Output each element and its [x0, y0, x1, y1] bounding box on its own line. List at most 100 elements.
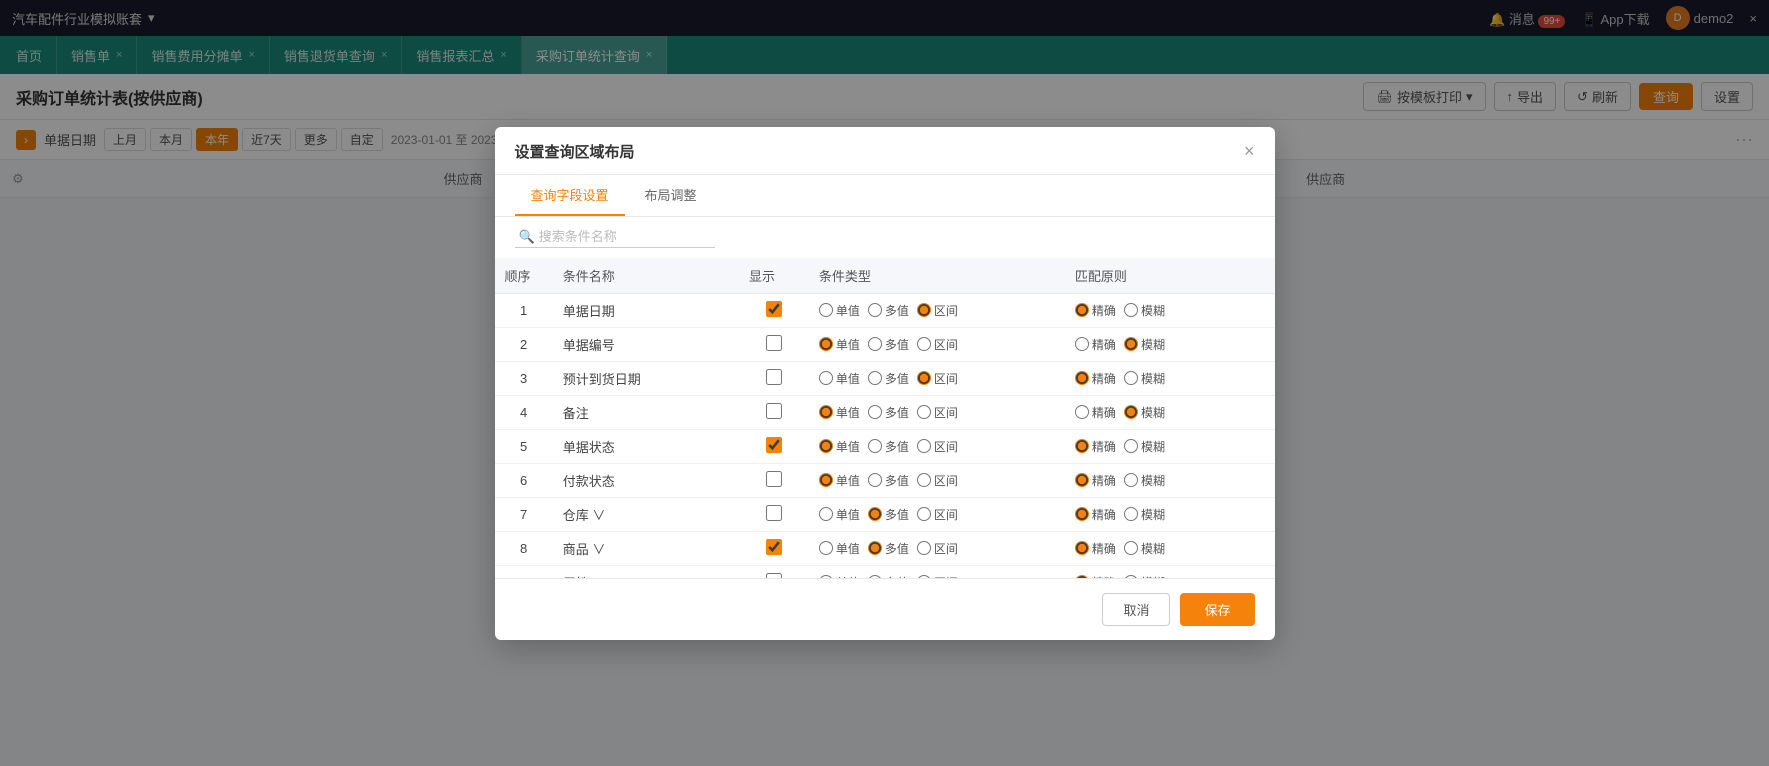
type-single-radio-2[interactable] [819, 371, 833, 385]
type-multi-label-3[interactable]: 多值 [868, 404, 909, 421]
type-multi-label-5[interactable]: 多值 [868, 472, 909, 489]
dialog-tab-query-fields[interactable]: 查询字段设置 [515, 175, 625, 216]
match-fuzzy-label-0[interactable]: 模糊 [1124, 302, 1165, 319]
type-multi-label-1[interactable]: 多值 [868, 336, 909, 353]
dialog-tab-layout[interactable]: 布局调整 [629, 175, 713, 216]
save-button[interactable]: 保存 [1180, 593, 1254, 626]
type-single-label-4[interactable]: 单值 [819, 438, 860, 455]
match-exact-radio-1[interactable] [1075, 337, 1089, 351]
type-range-radio-0[interactable] [917, 303, 931, 317]
type-multi-radio-0[interactable] [868, 303, 882, 317]
type-single-label-5[interactable]: 单值 [819, 472, 860, 489]
show-checkbox-7[interactable] [766, 539, 782, 555]
type-single-label-2[interactable]: 单值 [819, 370, 860, 387]
type-single-label-7[interactable]: 单值 [819, 540, 860, 557]
show-checkbox-4[interactable] [766, 437, 782, 453]
row-show-2[interactable] [739, 361, 809, 395]
type-single-radio-1[interactable] [819, 337, 833, 351]
type-range-label-5[interactable]: 区间 [917, 472, 958, 489]
type-multi-radio-6[interactable] [868, 507, 882, 521]
type-single-label-1[interactable]: 单值 [819, 336, 860, 353]
match-exact-label-7[interactable]: 精确 [1075, 540, 1116, 557]
match-fuzzy-label-5[interactable]: 模糊 [1124, 472, 1165, 489]
match-exact-radio-4[interactable] [1075, 439, 1089, 453]
type-single-label-3[interactable]: 单值 [819, 404, 860, 421]
type-range-label-7[interactable]: 区间 [917, 540, 958, 557]
type-range-radio-2[interactable] [917, 371, 931, 385]
type-range-radio-3[interactable] [917, 405, 931, 419]
match-fuzzy-radio-6[interactable] [1124, 507, 1138, 521]
show-checkbox-2[interactable] [766, 369, 782, 385]
match-fuzzy-label-4[interactable]: 模糊 [1124, 438, 1165, 455]
type-single-radio-3[interactable] [819, 405, 833, 419]
match-exact-radio-6[interactable] [1075, 507, 1089, 521]
row-show-4[interactable] [739, 429, 809, 463]
match-fuzzy-radio-7[interactable] [1124, 541, 1138, 555]
match-fuzzy-radio-0[interactable] [1124, 303, 1138, 317]
match-fuzzy-radio-1[interactable] [1124, 337, 1138, 351]
match-fuzzy-radio-4[interactable] [1124, 439, 1138, 453]
type-range-radio-6[interactable] [917, 507, 931, 521]
type-range-label-1[interactable]: 区间 [917, 336, 958, 353]
type-multi-radio-2[interactable] [868, 371, 882, 385]
type-multi-label-7[interactable]: 多值 [868, 540, 909, 557]
match-exact-radio-7[interactable] [1075, 541, 1089, 555]
match-exact-label-1[interactable]: 精确 [1075, 336, 1116, 353]
type-multi-radio-5[interactable] [868, 473, 882, 487]
row-show-5[interactable] [739, 463, 809, 497]
match-exact-radio-0[interactable] [1075, 303, 1089, 317]
match-exact-label-2[interactable]: 精确 [1075, 370, 1116, 387]
show-checkbox-3[interactable] [766, 403, 782, 419]
row-show-0[interactable] [739, 293, 809, 327]
match-exact-radio-5[interactable] [1075, 473, 1089, 487]
type-multi-radio-1[interactable] [868, 337, 882, 351]
type-range-radio-5[interactable] [917, 473, 931, 487]
show-checkbox-5[interactable] [766, 471, 782, 487]
type-multi-label-2[interactable]: 多值 [868, 370, 909, 387]
type-range-label-2[interactable]: 区间 [917, 370, 958, 387]
row-show-6[interactable] [739, 497, 809, 531]
row-show-1[interactable] [739, 327, 809, 361]
type-single-radio-7[interactable] [819, 541, 833, 555]
type-multi-radio-4[interactable] [868, 439, 882, 453]
match-fuzzy-label-1[interactable]: 模糊 [1124, 336, 1165, 353]
match-fuzzy-radio-2[interactable] [1124, 371, 1138, 385]
type-multi-label-6[interactable]: 多值 [868, 506, 909, 523]
show-checkbox-1[interactable] [766, 335, 782, 351]
row-show-8[interactable] [739, 565, 809, 578]
type-multi-label-4[interactable]: 多值 [868, 438, 909, 455]
cancel-button[interactable]: 取消 [1102, 593, 1170, 626]
type-single-radio-5[interactable] [819, 473, 833, 487]
type-range-label-6[interactable]: 区间 [917, 506, 958, 523]
type-range-label-3[interactable]: 区间 [917, 404, 958, 421]
show-checkbox-0[interactable] [766, 301, 782, 317]
match-fuzzy-label-6[interactable]: 模糊 [1124, 506, 1165, 523]
type-multi-radio-7[interactable] [868, 541, 882, 555]
row-show-7[interactable] [739, 531, 809, 565]
match-exact-radio-3[interactable] [1075, 405, 1089, 419]
type-single-radio-6[interactable] [819, 507, 833, 521]
show-checkbox-6[interactable] [766, 505, 782, 521]
match-fuzzy-label-7[interactable]: 模糊 [1124, 540, 1165, 557]
type-multi-label-0[interactable]: 多值 [868, 302, 909, 319]
match-fuzzy-radio-5[interactable] [1124, 473, 1138, 487]
row-show-3[interactable] [739, 395, 809, 429]
type-single-radio-4[interactable] [819, 439, 833, 453]
type-range-label-0[interactable]: 区间 [917, 302, 958, 319]
match-exact-label-3[interactable]: 精确 [1075, 404, 1116, 421]
match-exact-radio-2[interactable] [1075, 371, 1089, 385]
match-fuzzy-label-3[interactable]: 模糊 [1124, 404, 1165, 421]
search-input[interactable] [539, 229, 711, 244]
match-exact-label-5[interactable]: 精确 [1075, 472, 1116, 489]
match-fuzzy-radio-3[interactable] [1124, 405, 1138, 419]
match-exact-label-0[interactable]: 精确 [1075, 302, 1116, 319]
type-range-radio-4[interactable] [917, 439, 931, 453]
type-multi-radio-3[interactable] [868, 405, 882, 419]
type-single-label-6[interactable]: 单值 [819, 506, 860, 523]
type-range-radio-7[interactable] [917, 541, 931, 555]
type-single-radio-0[interactable] [819, 303, 833, 317]
match-exact-label-6[interactable]: 精确 [1075, 506, 1116, 523]
dialog-close-button[interactable]: × [1244, 142, 1255, 160]
match-fuzzy-label-2[interactable]: 模糊 [1124, 370, 1165, 387]
type-single-label-0[interactable]: 单值 [819, 302, 860, 319]
